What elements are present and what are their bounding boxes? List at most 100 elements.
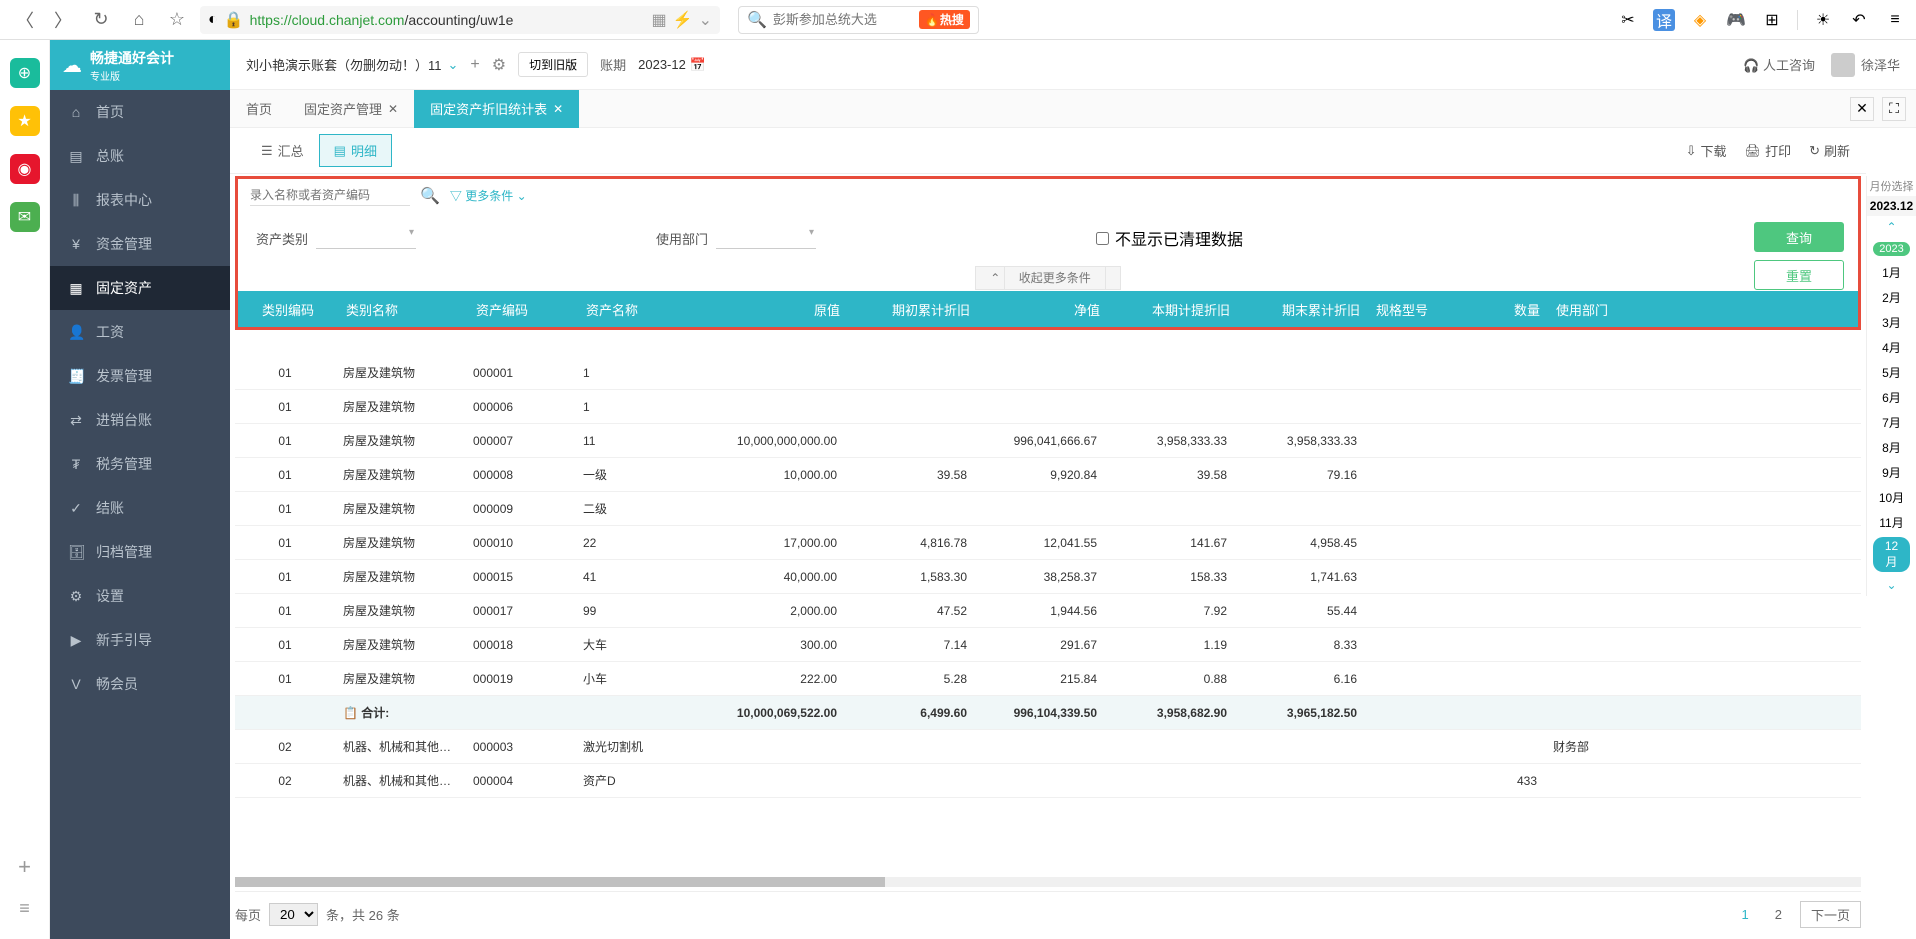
reset-button[interactable]: 重置 bbox=[1754, 260, 1844, 290]
table-row[interactable]: 01房屋及建筑物000008一级10,000.0039.589,920.8439… bbox=[235, 458, 1861, 492]
table-row[interactable]: 01房屋及建筑物000017992,000.0047.521,944.567.9… bbox=[235, 594, 1861, 628]
page-1[interactable]: 1 bbox=[1734, 905, 1757, 924]
sidebar-item-税务管理[interactable]: ₮税务管理 bbox=[50, 442, 230, 486]
table-row[interactable]: 01房屋及建筑物0000154140,000.001,583.3038,258.… bbox=[235, 560, 1861, 594]
table-row[interactable]: 01房屋及建筑物0000061 bbox=[235, 390, 1861, 424]
month-11月[interactable]: 11月 bbox=[1867, 510, 1916, 535]
asset-search-input[interactable] bbox=[250, 185, 410, 206]
home-button[interactable]: ⌂ bbox=[124, 5, 154, 35]
consult-link[interactable]: 🎧 人工咨询 bbox=[1743, 55, 1815, 74]
sidebar-item-报表中心[interactable]: ⫼报表中心 bbox=[50, 178, 230, 222]
translate-icon[interactable]: 译 bbox=[1653, 9, 1675, 31]
sidebar-item-发票管理[interactable]: 🧾发票管理 bbox=[50, 354, 230, 398]
sidebar-item-进销台账[interactable]: ⇄进销台账 bbox=[50, 398, 230, 442]
sidebar-item-结账[interactable]: ✓结账 bbox=[50, 486, 230, 530]
tab-close-icon[interactable]: ✕ bbox=[553, 102, 563, 116]
user-menu[interactable]: 徐泽华 bbox=[1831, 53, 1900, 77]
restore-icon[interactable]: ↶ bbox=[1848, 9, 1870, 31]
year-up-arrow[interactable]: ⌃ bbox=[1882, 216, 1900, 238]
period-value[interactable]: 2023-12 📅 bbox=[638, 57, 706, 73]
dropdown-icon[interactable]: ⌄ bbox=[699, 10, 712, 30]
sidebar-item-设置[interactable]: ⚙设置 bbox=[50, 574, 230, 618]
table-row[interactable]: 01房屋及建筑物0000011 bbox=[235, 356, 1861, 390]
refresh-button[interactable]: ↻ 刷新 bbox=[1809, 141, 1850, 160]
qr-icon[interactable]: ▦ bbox=[652, 10, 667, 30]
sidebar-item-畅会员[interactable]: V畅会员 bbox=[50, 662, 230, 706]
switch-version-button[interactable]: 切到旧版 bbox=[518, 52, 588, 77]
reload-button[interactable]: ↻ bbox=[86, 5, 116, 35]
browser-search[interactable]: 🔍 🔥热搜 bbox=[738, 6, 979, 34]
month-5月[interactable]: 5月 bbox=[1867, 360, 1916, 385]
search-icon[interactable]: 🔍 bbox=[420, 186, 440, 206]
month-3月[interactable]: 3月 bbox=[1867, 310, 1916, 335]
forward-button[interactable]: 〉 bbox=[48, 5, 78, 35]
table-row[interactable]: 01房屋及建筑物000019小车222.005.28215.840.886.16 bbox=[235, 662, 1861, 696]
favorite-button[interactable]: ☆ bbox=[162, 5, 192, 35]
tab-固定资产折旧统计表[interactable]: 固定资产折旧统计表✕ bbox=[414, 90, 579, 128]
mini-add-icon[interactable]: + bbox=[18, 854, 31, 880]
address-bar[interactable]: ◐ 🔒 https://cloud.chanjet.com/accounting… bbox=[200, 6, 720, 34]
collapse-conditions-button[interactable]: ⌃ 收起更多条件 bbox=[975, 266, 1120, 290]
sidebar-item-总账[interactable]: ▤总账 bbox=[50, 134, 230, 178]
add-icon[interactable]: + bbox=[470, 56, 479, 74]
print-button[interactable]: 🖨 打印 bbox=[1745, 141, 1792, 160]
mini-weibo-icon[interactable]: ◉ bbox=[10, 154, 40, 184]
menu-icon[interactable]: ≡ bbox=[1884, 9, 1906, 31]
sidebar-item-新手引导[interactable]: ▶新手引导 bbox=[50, 618, 230, 662]
table-row[interactable]: 02机器、机械和其他生...000003激光切割机财务部 bbox=[235, 730, 1861, 764]
horizontal-scrollbar[interactable] bbox=[235, 877, 1861, 887]
year-down-arrow[interactable]: ⌄ bbox=[1882, 574, 1900, 596]
more-conditions-link[interactable]: ▽ 更多条件 ⌄ bbox=[450, 187, 527, 204]
month-6月[interactable]: 6月 bbox=[1867, 385, 1916, 410]
tab-expand-button[interactable]: ⛶ bbox=[1882, 97, 1906, 121]
page-size-select[interactable]: 20 bbox=[269, 903, 318, 926]
month-4月[interactable]: 4月 bbox=[1867, 335, 1916, 360]
tab-close-button[interactable]: ✕ bbox=[1850, 97, 1874, 121]
wallet-icon[interactable]: ◈ bbox=[1689, 9, 1711, 31]
month-8月[interactable]: 8月 bbox=[1867, 435, 1916, 460]
game-icon[interactable]: 🎮 bbox=[1725, 9, 1747, 31]
mini-list-icon[interactable]: ≡ bbox=[19, 898, 30, 919]
sidebar-item-资金管理[interactable]: ¥资金管理 bbox=[50, 222, 230, 266]
month-1月[interactable]: 1月 bbox=[1867, 260, 1916, 285]
table-row[interactable]: 01房屋及建筑物000018大车300.007.14291.671.198.33 bbox=[235, 628, 1861, 662]
tab-首页[interactable]: 首页 bbox=[230, 90, 288, 128]
gear-icon[interactable]: ⚙ bbox=[492, 55, 506, 75]
asset-type-filter[interactable]: 资产类别 bbox=[256, 227, 416, 249]
sidebar-item-工资[interactable]: 👤工资 bbox=[50, 310, 230, 354]
tab-固定资产管理[interactable]: 固定资产管理✕ bbox=[288, 90, 414, 128]
table-row[interactable]: 01房屋及建筑物0000071110,000,000,000.00996,041… bbox=[235, 424, 1861, 458]
mini-mail-icon[interactable]: ✉ bbox=[10, 202, 40, 232]
sidebar-item-固定资产[interactable]: ▦固定资产 bbox=[50, 266, 230, 310]
sidebar-item-归档管理[interactable]: 🗄归档管理 bbox=[50, 530, 230, 574]
mini-star-icon[interactable]: ★ bbox=[10, 106, 40, 136]
query-button[interactable]: 查询 bbox=[1754, 222, 1844, 252]
account-selector[interactable]: 刘小艳演示账套（勿删勿动！）11 ⌄ bbox=[246, 55, 458, 74]
theme-icon[interactable]: ☀ bbox=[1812, 9, 1834, 31]
month-10月[interactable]: 10月 bbox=[1867, 485, 1916, 510]
scissors-icon[interactable]: ✂ bbox=[1617, 9, 1639, 31]
sidebar-item-首页[interactable]: ⌂首页 bbox=[50, 90, 230, 134]
month-2月[interactable]: 2月 bbox=[1867, 285, 1916, 310]
subtab-summary[interactable]: ☰汇总 bbox=[246, 134, 319, 167]
back-button[interactable]: 〈 bbox=[10, 5, 40, 35]
table-total-row[interactable]: 合计:10,000,069,522.006,499.60996,104,339.… bbox=[235, 696, 1861, 730]
next-page-button[interactable]: 下一页 bbox=[1800, 901, 1861, 928]
hide-cleared-checkbox[interactable]: 不显示已清理数据 bbox=[1096, 226, 1243, 250]
bolt-icon[interactable]: ⚡ bbox=[673, 10, 693, 30]
dept-filter[interactable]: 使用部门 bbox=[656, 227, 816, 249]
month-9月[interactable]: 9月 bbox=[1867, 460, 1916, 485]
table-row[interactable]: 01房屋及建筑物000009二级 bbox=[235, 492, 1861, 526]
mini-app-icon[interactable]: ⊕ bbox=[10, 58, 40, 88]
tab-close-icon[interactable]: ✕ bbox=[388, 102, 398, 116]
download-button[interactable]: ⇩ 下载 bbox=[1686, 141, 1727, 160]
page-2[interactable]: 2 bbox=[1767, 905, 1790, 924]
apps-icon[interactable]: ⊞ bbox=[1761, 9, 1783, 31]
table-row[interactable]: 02机器、机械和其他生...000004资产D433 bbox=[235, 764, 1861, 798]
year-badge[interactable]: 2023 bbox=[1873, 242, 1909, 256]
table-row[interactable]: 01房屋及建筑物0000102217,000.004,816.7812,041.… bbox=[235, 526, 1861, 560]
search-input[interactable] bbox=[773, 12, 913, 27]
month-12月[interactable]: 12月 bbox=[1873, 537, 1910, 572]
month-7月[interactable]: 7月 bbox=[1867, 410, 1916, 435]
subtab-detail[interactable]: ▤明细 bbox=[319, 134, 392, 167]
